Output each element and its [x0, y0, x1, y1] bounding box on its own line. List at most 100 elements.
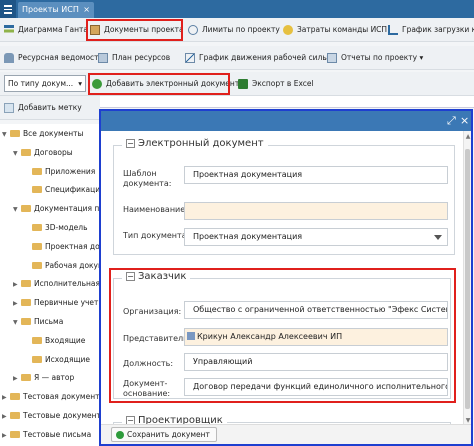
expand-down-icon[interactable]: ▼	[13, 146, 21, 162]
name-label: Наименование:	[123, 205, 188, 214]
folder-icon	[10, 130, 20, 137]
contact-icon	[187, 332, 195, 340]
expand-right-icon[interactable]: ▶	[13, 371, 21, 387]
expand-down-icon[interactable]: ▼	[13, 315, 21, 331]
tree-item[interactable]: ▶ Тестовые документы	[2, 408, 107, 424]
add-icon	[92, 79, 102, 89]
name-field[interactable]	[184, 202, 448, 220]
tree-item[interactable]: Рабочая докум	[24, 258, 104, 274]
tree-item[interactable]: ▶ Первичные учет	[13, 295, 98, 311]
gantt-button[interactable]: Диаграмма Ганта	[2, 21, 88, 39]
document-dialog: ⤢ × − Электронный документ Шаблон докумен…	[99, 109, 473, 446]
project-limits-button[interactable]: Лимиты по проекту	[186, 21, 280, 39]
workforce-chart-button[interactable]: График движения рабочей силы	[183, 49, 328, 67]
team-costs-button[interactable]: Затраты команды ИСП	[281, 21, 387, 39]
representative-field[interactable]: Крикун Александр Алексеевич ИП	[184, 328, 448, 346]
tree-item[interactable]: ▼ Договоры	[13, 145, 73, 161]
tree-item[interactable]: ▶ Тестовая документаци	[2, 389, 114, 405]
tree-item[interactable]: Спецификация	[24, 182, 105, 198]
maximize-icon[interactable]: ⤢	[447, 114, 456, 127]
tree-item-label: Договоры	[34, 147, 73, 157]
dialog-titlebar: ⤢ ×	[101, 111, 471, 131]
tree-item[interactable]: Входящие	[24, 333, 85, 349]
resource-plan-button[interactable]: План ресурсов	[96, 49, 170, 67]
collapse-icon[interactable]: −	[126, 139, 135, 148]
tree-item-label: Рабочая докум	[45, 260, 104, 270]
tree-item[interactable]: ▶ Тестовые письма	[2, 427, 91, 443]
basis-document-label: Документ-основание:	[123, 379, 171, 398]
project-documents-button[interactable]: Документы проекта	[86, 19, 184, 41]
expand-down-icon[interactable]: ▼	[2, 127, 10, 143]
organization-field[interactable]: Общество с ограниченной ответственностью…	[184, 301, 448, 319]
gantt-icon	[4, 25, 14, 35]
tree-item[interactable]: ▼ Все документы	[2, 126, 83, 142]
collapse-icon[interactable]: −	[126, 272, 135, 281]
expand-right-icon[interactable]: ▶	[2, 409, 10, 425]
tree-item-label: Исходящие	[45, 354, 91, 364]
tree-item[interactable]: Исходящие	[24, 352, 90, 368]
plan-icon	[98, 53, 108, 63]
save-icon	[116, 431, 124, 439]
toolbar-row-3: По типу докум... ▾ Добавить электронный д…	[0, 72, 474, 96]
resource-sheet-button[interactable]: Ресурсная ведомость	[2, 49, 103, 67]
scrollbar-thumb[interactable]	[465, 149, 470, 409]
expand-right-icon[interactable]: ▶	[2, 390, 10, 406]
add-mark-button[interactable]: Добавить метку	[2, 99, 82, 117]
save-document-button[interactable]: Сохранить документ	[111, 427, 217, 442]
doc-type-filter-select[interactable]: По типу докум... ▾	[4, 75, 86, 92]
close-icon[interactable]: ×	[460, 114, 469, 127]
folder-icon	[32, 336, 42, 344]
add-electronic-document-button[interactable]: Добавить электронный документ	[88, 73, 239, 95]
folder-icon	[21, 148, 31, 156]
tree-item[interactable]: ▶ Исполнительная	[13, 276, 100, 292]
scroll-up-icon[interactable]: ▲	[464, 133, 472, 140]
hamburger-menu-icon[interactable]	[0, 0, 16, 18]
doc-type-select[interactable]: Проектная документация	[184, 228, 448, 246]
close-icon[interactable]: ×	[83, 2, 90, 18]
tree-item-label: Первичные учет	[34, 298, 99, 308]
folder-icon	[21, 318, 31, 325]
tag-icon	[4, 103, 14, 113]
chart-icon	[388, 25, 398, 35]
documents-icon	[90, 25, 100, 35]
scroll-down-icon[interactable]: ▼	[464, 417, 472, 424]
template-label: Шаблон документа:	[123, 169, 172, 188]
section-title[interactable]: − Заказчик	[122, 271, 191, 282]
tree-item-label: Приложения	[45, 166, 96, 176]
load-chart-button[interactable]: График загрузки ко	[386, 21, 474, 39]
tree-item-label: Тестовые документы	[23, 411, 107, 420]
tree-item[interactable]: ▼ Документация п	[13, 201, 99, 217]
basis-document-field[interactable]: Договор передачи функций единоличного ис…	[184, 378, 448, 396]
tab-projects[interactable]: Проекты ИСП ×	[18, 2, 94, 18]
project-reports-button[interactable]: Отчеты по проекту ▾	[325, 49, 423, 67]
folder-icon	[32, 224, 42, 231]
section-title[interactable]: − Электронный документ	[122, 138, 268, 149]
expand-right-icon[interactable]: ▶	[13, 296, 21, 312]
position-field[interactable]: Управляющий	[184, 353, 448, 371]
representative-label: Представитель:	[123, 334, 191, 343]
tree-item-label: Спецификация	[45, 185, 105, 195]
toolbar-row-1: Диаграмма Ганта Документы проекта Лимиты…	[0, 18, 474, 42]
folder-icon	[32, 167, 42, 175]
tree-item[interactable]: Проектная док	[24, 239, 104, 255]
tree-item[interactable]: 3D-модель	[24, 220, 88, 236]
tree-item-label: Я — автор	[34, 373, 75, 383]
tree-item[interactable]: Приложения	[24, 164, 95, 180]
tree-item-label: 3D-модель	[45, 223, 88, 232]
folder-icon	[10, 393, 20, 401]
expand-down-icon[interactable]: ▼	[13, 202, 21, 218]
tree-item[interactable]: ▼ Письма	[13, 314, 63, 330]
users-icon	[4, 53, 14, 63]
report-icon	[327, 53, 337, 63]
export-excel-button[interactable]: Экспорт в Excel	[236, 75, 314, 93]
folder-icon	[32, 242, 42, 250]
chevron-down-icon	[434, 235, 442, 240]
tree-item[interactable]: ▶ Я — автор	[13, 370, 74, 386]
chevron-down-icon: ▾	[78, 79, 82, 88]
dialog-scrollbar[interactable]: ▲ ▼	[463, 131, 471, 426]
tree-item-label: Все документы	[23, 129, 84, 138]
expand-right-icon[interactable]: ▶	[13, 277, 21, 293]
expand-right-icon[interactable]: ▶	[2, 428, 10, 444]
template-field[interactable]: Проектная документация	[184, 166, 448, 184]
tree-item-label: Входящие	[45, 335, 86, 345]
